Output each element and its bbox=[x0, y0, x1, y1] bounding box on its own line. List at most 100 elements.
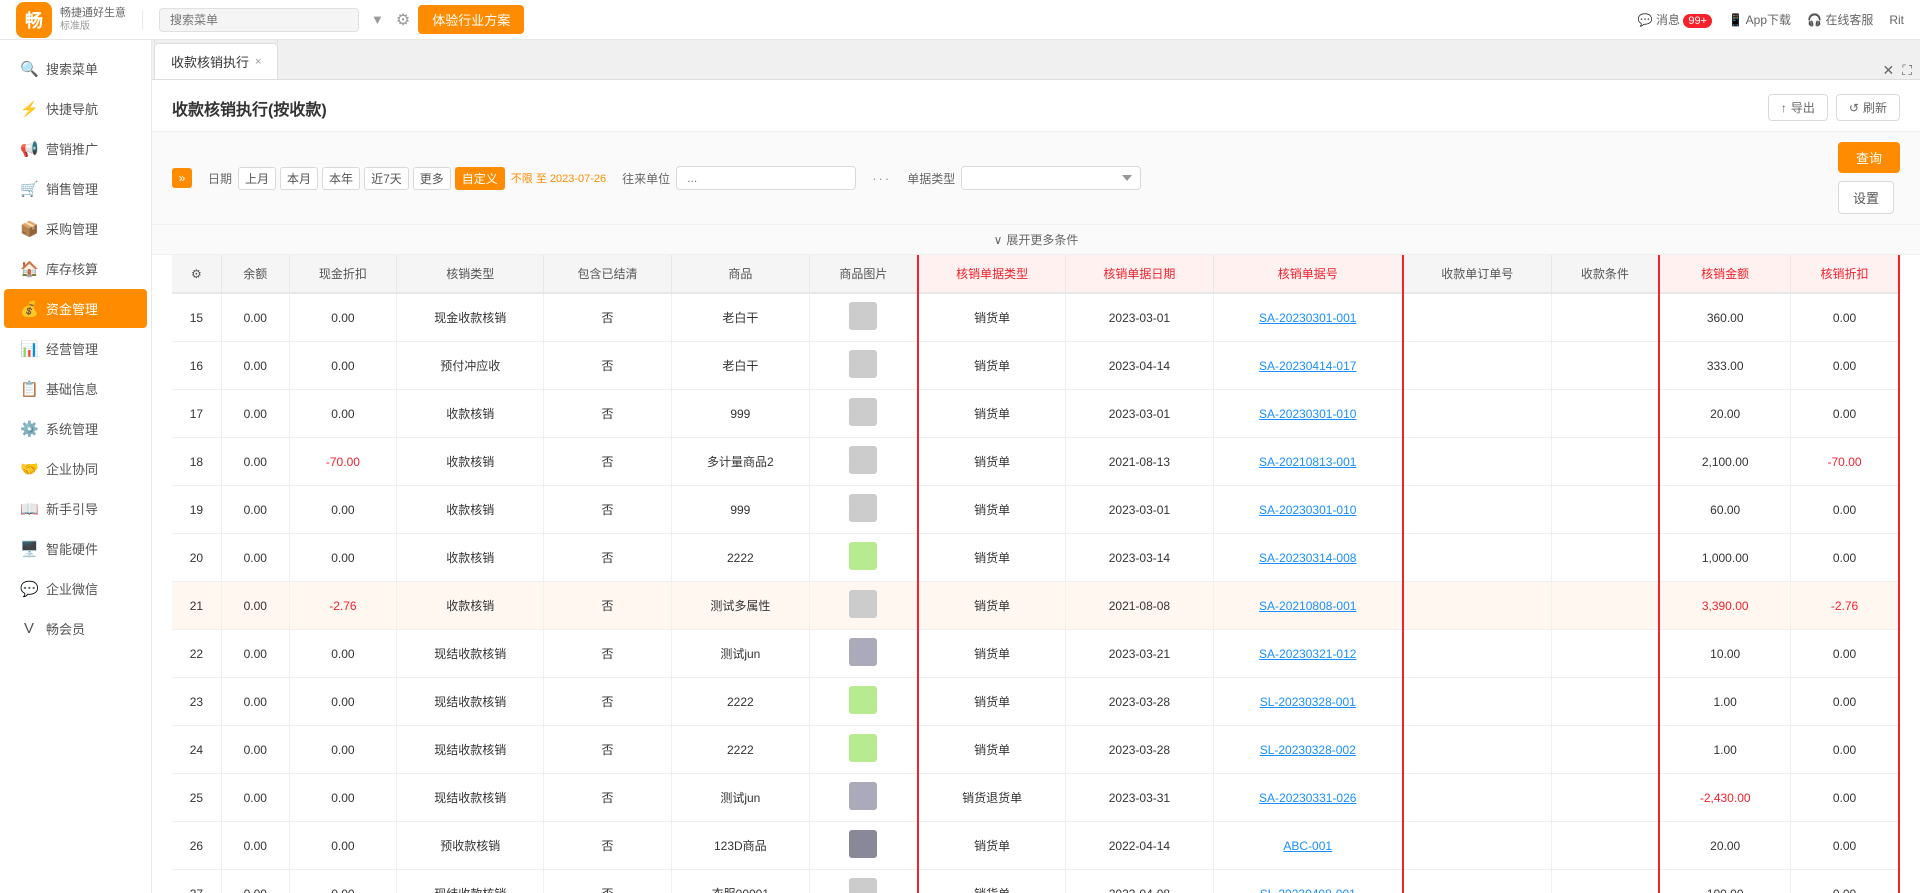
close-window-icon[interactable]: ✕ bbox=[1882, 62, 1894, 79]
date-7days[interactable]: 近7天 bbox=[364, 167, 409, 190]
cell-doc_no-4[interactable]: SA-20230301-010 bbox=[1213, 486, 1403, 534]
message-icon[interactable]: 💬 消息 99+ bbox=[1638, 11, 1712, 28]
expand-more-bar[interactable]: ∨ 展开更多条件 bbox=[152, 225, 1920, 255]
cell-include_settled-4: 否 bbox=[544, 486, 671, 534]
sidebar-item-5[interactable]: 🏠库存核算 bbox=[4, 249, 147, 288]
sidebar-item-4[interactable]: 📦采购管理 bbox=[4, 209, 147, 248]
sidebar-icon-7: 📊 bbox=[20, 340, 38, 358]
maximize-icon[interactable]: ⛶ bbox=[1902, 62, 1912, 79]
doc-no-link-8[interactable]: SL-20230328-001 bbox=[1260, 695, 1356, 709]
doc-no-link-6[interactable]: SA-20210808-001 bbox=[1259, 599, 1356, 613]
dropdown-arrow-icon[interactable]: ▼ bbox=[371, 12, 384, 27]
gear-icon[interactable]: ⚙ bbox=[396, 10, 410, 30]
cell-product-1: 老白干 bbox=[671, 342, 809, 390]
doc-no-link-2[interactable]: SA-20230301-010 bbox=[1259, 407, 1356, 421]
cell-include_settled-6: 否 bbox=[544, 582, 671, 630]
cell-receipt_order-8 bbox=[1403, 678, 1551, 726]
cell-doc_type-12: 销货单 bbox=[918, 870, 1066, 893]
cell-doc_no-7[interactable]: SA-20230321-012 bbox=[1213, 630, 1403, 678]
online-service[interactable]: 🎧 在线客服 bbox=[1807, 11, 1873, 28]
cell-product-7: 测试jun bbox=[671, 630, 809, 678]
date-prev-month[interactable]: 上月 bbox=[238, 167, 276, 190]
cell-doc_no-1[interactable]: SA-20230414-017 bbox=[1213, 342, 1403, 390]
date-buttons: 上月 本月 本年 近7天 更多 自定义 bbox=[238, 167, 505, 190]
doc-no-link-12[interactable]: SL-20230408-001 bbox=[1260, 887, 1356, 893]
cell-balance-7: 0.00 bbox=[221, 630, 289, 678]
partner-input[interactable] bbox=[676, 166, 856, 190]
cell-balance-3: 0.00 bbox=[221, 438, 289, 486]
export-button[interactable]: ↑ 导出 bbox=[1768, 94, 1828, 121]
date-this-month[interactable]: 本月 bbox=[280, 167, 318, 190]
app-download[interactable]: 📱 App下载 bbox=[1728, 11, 1791, 28]
refresh-button[interactable]: ↺ 刷新 bbox=[1836, 94, 1900, 121]
cell-receipt_cond-12 bbox=[1551, 870, 1659, 893]
sidebar-label-14: 畅会员 bbox=[46, 619, 85, 638]
sidebar-label-5: 库存核算 bbox=[46, 259, 98, 278]
doc-no-link-11[interactable]: ABC-001 bbox=[1283, 839, 1332, 853]
cell-doc_type-10: 销货退货单 bbox=[918, 774, 1066, 822]
cell-receipt_cond-9 bbox=[1551, 726, 1659, 774]
cell-include_settled-8: 否 bbox=[544, 678, 671, 726]
sidebar-item-9[interactable]: ⚙️系统管理 bbox=[4, 409, 147, 448]
cell-doc_no-5[interactable]: SA-20230314-008 bbox=[1213, 534, 1403, 582]
tab-bar: 首页预付冲应付单×收款核销执行× ✕ ⛶ bbox=[152, 40, 1920, 80]
top-bar-left: 畅 畅捷通好生意 标准版 ▼ ⚙ 体验行业方案 bbox=[16, 2, 1626, 38]
doc-no-link-1[interactable]: SA-20230414-017 bbox=[1259, 359, 1356, 373]
doc-no-link-7[interactable]: SA-20230321-012 bbox=[1259, 647, 1356, 661]
cell-doc_no-12[interactable]: SL-20230408-001 bbox=[1213, 870, 1403, 893]
tab-bar-right: ✕ ⛶ bbox=[1882, 62, 1920, 79]
query-button[interactable]: 查询 bbox=[1838, 142, 1900, 173]
cell-doc_type-9: 销货单 bbox=[918, 726, 1066, 774]
date-more[interactable]: 更多 bbox=[413, 167, 451, 190]
cell-write_off_discount-4: 0.00 bbox=[1791, 486, 1899, 534]
sidebar-item-13[interactable]: 💬企业微信 bbox=[4, 569, 147, 608]
sidebar-item-8[interactable]: 📋基础信息 bbox=[4, 369, 147, 408]
sidebar-item-11[interactable]: 📖新手引导 bbox=[4, 489, 147, 528]
voucher-type-select[interactable] bbox=[961, 166, 1141, 190]
col-header-write_off_discount: 核销折扣 bbox=[1791, 255, 1899, 293]
doc-no-link-3[interactable]: SA-20210813-001 bbox=[1259, 455, 1356, 469]
doc-no-link-9[interactable]: SL-20230328-002 bbox=[1260, 743, 1356, 757]
cell-product_img-7 bbox=[810, 630, 918, 678]
doc-no-link-0[interactable]: SA-20230301-001 bbox=[1259, 311, 1356, 325]
cell-doc_no-8[interactable]: SL-20230328-001 bbox=[1213, 678, 1403, 726]
tab-close-2[interactable]: × bbox=[255, 56, 261, 68]
sidebar-item-12[interactable]: 🖥️智能硬件 bbox=[4, 529, 147, 568]
doc-no-link-10[interactable]: SA-20230331-026 bbox=[1259, 791, 1356, 805]
cell-doc_no-6[interactable]: SA-20210808-001 bbox=[1213, 582, 1403, 630]
cell-cash_discount-3: -70.00 bbox=[289, 438, 396, 486]
cell-cash_discount-11: 0.00 bbox=[289, 822, 396, 870]
sidebar-item-0[interactable]: 🔍搜索菜单 bbox=[4, 49, 147, 88]
sidebar-item-2[interactable]: 📢营销推广 bbox=[4, 129, 147, 168]
cell-include_settled-10: 否 bbox=[544, 774, 671, 822]
cell-doc_no-9[interactable]: SL-20230328-002 bbox=[1213, 726, 1403, 774]
sidebar-label-2: 营销推广 bbox=[46, 139, 98, 158]
sidebar-item-7[interactable]: 📊经营管理 bbox=[4, 329, 147, 368]
cell-doc_no-0[interactable]: SA-20230301-001 bbox=[1213, 293, 1403, 342]
cell-doc_no-11[interactable]: ABC-001 bbox=[1213, 822, 1403, 870]
cell-cash_discount-10: 0.00 bbox=[289, 774, 396, 822]
cell-product_img-11 bbox=[810, 822, 918, 870]
sidebar-item-1[interactable]: ⚡快捷导航 bbox=[4, 89, 147, 128]
setting-button[interactable]: 设置 bbox=[1838, 181, 1894, 214]
doc-no-link-5[interactable]: SA-20230314-008 bbox=[1259, 551, 1356, 565]
user-name[interactable]: Rit bbox=[1889, 13, 1904, 27]
tab-2[interactable]: 收款核销执行× bbox=[154, 43, 278, 79]
sidebar-item-10[interactable]: 🤝企业协同 bbox=[4, 449, 147, 488]
date-custom[interactable]: 自定义 bbox=[455, 167, 505, 190]
sidebar-item-6[interactable]: 💰资金管理 bbox=[4, 289, 147, 328]
main-layout: 🔍搜索菜单⚡快捷导航📢营销推广🛒销售管理📦采购管理🏠库存核算💰资金管理📊经营管理… bbox=[0, 40, 1920, 893]
industry-solution-button[interactable]: 体验行业方案 bbox=[418, 5, 524, 34]
sidebar-item-14[interactable]: V畅会员 bbox=[4, 609, 147, 648]
filter-expand-button[interactable]: » bbox=[172, 168, 192, 188]
cell-doc_no-2[interactable]: SA-20230301-010 bbox=[1213, 390, 1403, 438]
cell-write_off_amount-7: 10.00 bbox=[1659, 630, 1790, 678]
date-this-year[interactable]: 本年 bbox=[322, 167, 360, 190]
doc-no-link-4[interactable]: SA-20230301-010 bbox=[1259, 503, 1356, 517]
search-input[interactable] bbox=[159, 8, 359, 32]
cell-doc_no-3[interactable]: SA-20210813-001 bbox=[1213, 438, 1403, 486]
cell-receipt_order-9 bbox=[1403, 726, 1551, 774]
cell-doc_no-10[interactable]: SA-20230331-026 bbox=[1213, 774, 1403, 822]
cell-product_img-8 bbox=[810, 678, 918, 726]
sidebar-item-3[interactable]: 🛒销售管理 bbox=[4, 169, 147, 208]
